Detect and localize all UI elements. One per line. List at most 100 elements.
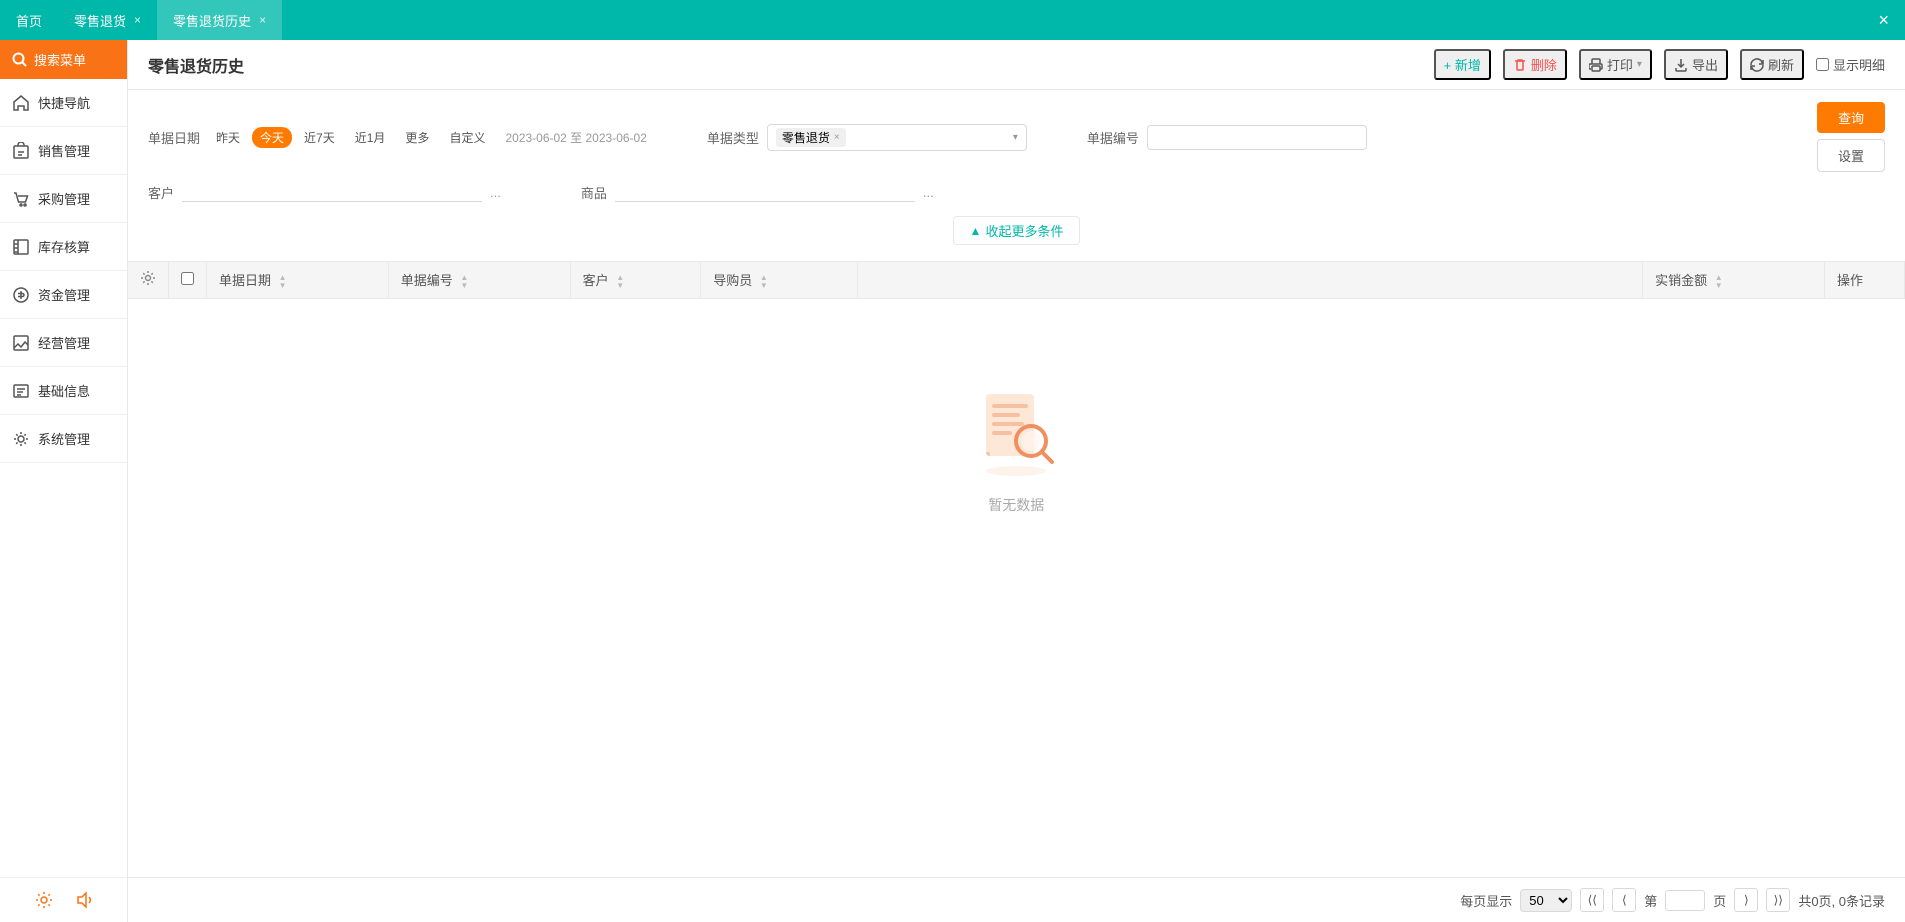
th-customer-sort[interactable]: ▲▼: [616, 274, 624, 290]
empty-state-text: 暂无数据: [988, 495, 1044, 515]
refresh-button-label: 刷新: [1768, 55, 1794, 74]
show-detail-checkbox[interactable]: [1816, 58, 1829, 71]
th-amount: 实销金额 ▲▼: [1643, 262, 1825, 298]
sidebar-item-sales[interactable]: 销售管理: [0, 127, 127, 175]
business-icon: [12, 334, 30, 352]
th-date-label: 单据日期: [219, 273, 271, 288]
sidebar-item-purchase[interactable]: 采购管理: [0, 175, 127, 223]
sales-icon: [12, 142, 30, 160]
sidebar-search[interactable]: 搜索菜单: [0, 40, 127, 79]
tab-retail-return-history-label: 零售退货历史: [173, 11, 251, 30]
sidebar-item-info-label: 基础信息: [38, 381, 90, 400]
th-guide-label: 导购员: [713, 273, 752, 288]
finance-icon: [12, 286, 30, 304]
customer-input[interactable]: [182, 182, 482, 202]
total-text: 共0页, 0条记录: [1798, 891, 1885, 910]
page-header: 零售退货历史 + 新增 删除 打印: [128, 40, 1905, 90]
tab-retail-return[interactable]: 零售退货 ×: [58, 0, 157, 40]
tab-retail-return-history[interactable]: 零售退货历史 ×: [157, 0, 282, 40]
type-tag-close[interactable]: ×: [834, 132, 840, 143]
th-spacer: [857, 262, 1643, 298]
volume-icon[interactable]: [74, 890, 94, 910]
new-button-label: + 新增: [1444, 55, 1481, 74]
date-btn-yesterday[interactable]: 昨天: [208, 127, 248, 148]
sidebar-item-info[interactable]: 基础信息: [0, 367, 127, 415]
sidebar-item-sales-label: 销售管理: [38, 141, 90, 160]
goods-ellipsis-btn[interactable]: ...: [923, 185, 934, 200]
th-actions: 操作: [1825, 262, 1905, 298]
date-btn-7days[interactable]: 近7天: [296, 127, 343, 148]
th-customer-label: 客户: [583, 273, 609, 288]
main-layout: 搜索菜单 快捷导航 销售管理 采购管理: [0, 40, 1905, 922]
date-btn-custom[interactable]: 自定义: [441, 127, 493, 148]
voucher-filter-item: 单据编号: [1087, 125, 1367, 150]
last-page-button[interactable]: ⟩⟩: [1766, 888, 1790, 912]
sidebar-search-label: 搜索菜单: [34, 50, 86, 69]
select-all-checkbox[interactable]: [181, 272, 194, 285]
page-label: 第: [1644, 891, 1657, 910]
sidebar-item-quicknav[interactable]: 快捷导航: [0, 79, 127, 127]
top-bar: 首页 零售退货 × 零售退货历史 × ×: [0, 0, 1905, 40]
th-date-sort[interactable]: ▲▼: [279, 274, 287, 290]
query-button[interactable]: 查询: [1817, 102, 1885, 133]
date-btn-1month[interactable]: 近1月: [347, 127, 394, 148]
show-detail-checkbox-label[interactable]: 显示明细: [1816, 55, 1885, 74]
sidebar-item-business[interactable]: 经营管理: [0, 319, 127, 367]
pagination-bar: 每页显示 10 20 50 100 ⟨⟨ ⟨ 第 1 页 ⟩ ⟩⟩ 共0页, 0…: [128, 877, 1905, 922]
table-settings-icon[interactable]: [140, 270, 156, 286]
th-guide-sort[interactable]: ▲▼: [760, 274, 768, 290]
th-checkbox: [169, 262, 207, 298]
th-voucher-label: 单据编号: [401, 273, 453, 288]
th-customer: 客户 ▲▼: [570, 262, 701, 298]
th-amount-sort[interactable]: ▲▼: [1715, 274, 1723, 290]
customer-filter-item: 客户 ...: [148, 182, 501, 202]
export-icon: [1674, 58, 1688, 72]
th-guide: 导购员 ▲▼: [701, 262, 857, 298]
date-btn-more[interactable]: 更多: [397, 127, 437, 148]
th-voucher-sort[interactable]: ▲▼: [460, 274, 468, 290]
goods-input[interactable]: [615, 182, 915, 202]
tab-retail-return-close[interactable]: ×: [134, 13, 141, 27]
per-page-select[interactable]: 10 20 50 100: [1520, 889, 1572, 912]
delete-icon: [1513, 58, 1527, 72]
prev-page-button[interactable]: ⟨: [1612, 888, 1636, 912]
date-filter-item: 单据日期 昨天 今天 近7天 近1月 更多 自定义 2023-06-02 至 2…: [148, 127, 647, 148]
tab-retail-return-history-close[interactable]: ×: [259, 13, 266, 27]
delete-button[interactable]: 删除: [1503, 49, 1567, 80]
sidebar-item-inventory-label: 库存核算: [38, 237, 90, 256]
toolbar: + 新增 删除 打印 ▾: [1434, 49, 1885, 80]
collapse-button[interactable]: ▲ 收起更多条件: [953, 216, 1081, 245]
settings-button[interactable]: 设置: [1817, 139, 1885, 172]
customer-ellipsis-btn[interactable]: ...: [490, 185, 501, 200]
refresh-icon: [1750, 58, 1764, 72]
voucher-input[interactable]: [1147, 125, 1367, 150]
type-tag-label: 零售退货: [782, 129, 830, 146]
new-button[interactable]: + 新增: [1434, 49, 1491, 80]
show-detail-label: 显示明细: [1833, 55, 1885, 74]
sidebar-item-finance[interactable]: 资金管理: [0, 271, 127, 319]
print-button[interactable]: 打印 ▾: [1579, 49, 1652, 80]
print-dropdown-arrow: ▾: [1637, 59, 1642, 70]
date-btn-today[interactable]: 今天: [252, 127, 292, 148]
type-select[interactable]: 零售退货 × ▾: [767, 124, 1027, 151]
sidebar-item-purchase-label: 采购管理: [38, 189, 90, 208]
refresh-button[interactable]: 刷新: [1740, 49, 1804, 80]
table-header-row: 单据日期 ▲▼ 单据编号 ▲▼ 客户 ▲▼ 导购员: [128, 262, 1905, 298]
export-button[interactable]: 导出: [1664, 49, 1728, 80]
first-page-button[interactable]: ⟨⟨: [1580, 888, 1604, 912]
th-settings: [128, 262, 169, 298]
sidebar-item-system[interactable]: 系统管理: [0, 415, 127, 463]
sidebar-item-quicknav-label: 快捷导航: [38, 93, 90, 112]
type-select-arrow: ▾: [1013, 132, 1018, 143]
page-input[interactable]: 1: [1665, 890, 1705, 911]
window-close-button[interactable]: ×: [1862, 10, 1905, 31]
empty-state: 暂无数据: [128, 299, 1905, 595]
empty-state-row: 暂无数据: [128, 298, 1905, 595]
content-area: 零售退货历史 + 新增 删除 打印: [128, 40, 1905, 922]
page-title: 零售退货历史: [148, 53, 244, 77]
tab-home[interactable]: 首页: [0, 0, 58, 40]
filter-area: 单据日期 昨天 今天 近7天 近1月 更多 自定义 2023-06-02 至 2…: [128, 90, 1905, 262]
next-page-button[interactable]: ⟩: [1734, 888, 1758, 912]
settings-icon[interactable]: [34, 890, 54, 910]
sidebar-item-inventory[interactable]: 库存核算: [0, 223, 127, 271]
